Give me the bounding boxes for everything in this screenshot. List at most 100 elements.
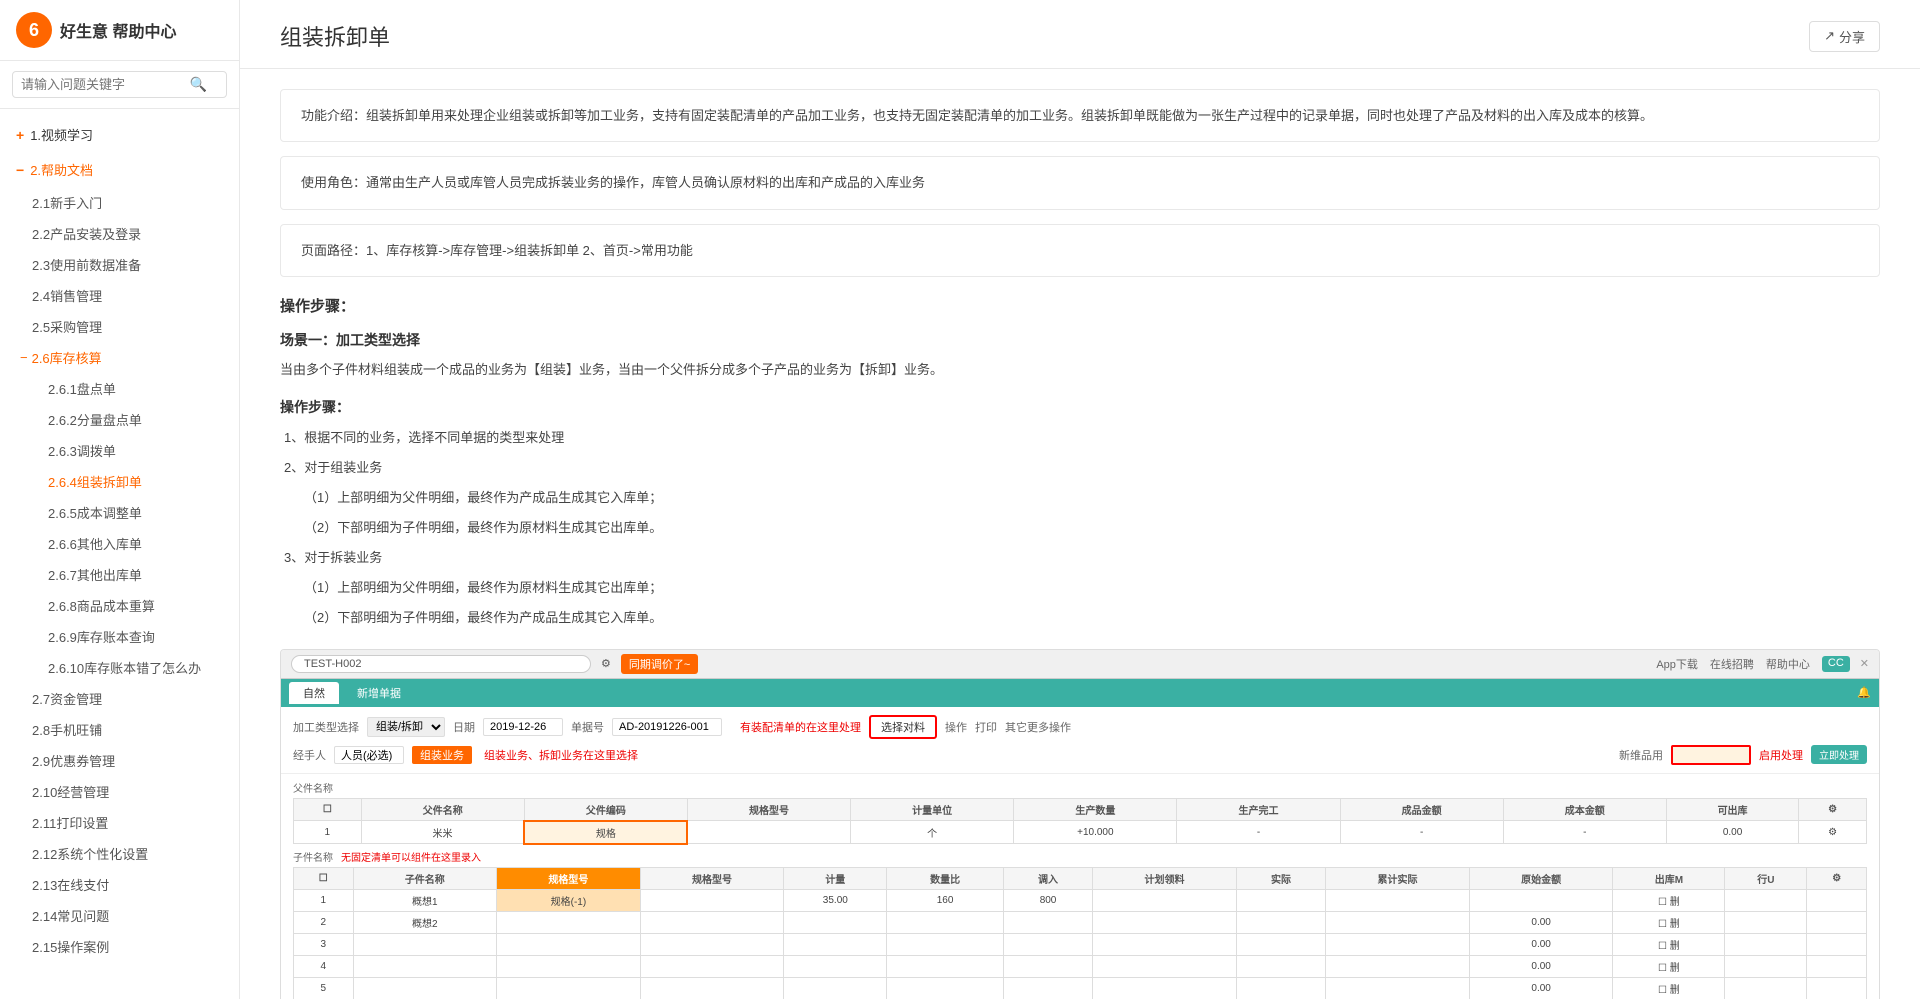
ss-tab-new: 新增单据: [343, 682, 415, 704]
page-title: 组装拆卸单: [280, 20, 390, 52]
col-amount: 成品金额: [1340, 798, 1503, 821]
ss-type-label: 加工类型选择: [293, 719, 359, 735]
share-icon: ↗: [1824, 28, 1835, 44]
step-3: 3、对于拆装业务: [284, 545, 1880, 571]
sidebar-item-label: 1.视频学习: [30, 125, 93, 144]
col-spec: 规格型号: [687, 798, 850, 821]
sidebar-item-2-6-2[interactable]: 2.6.2分量盘点单: [0, 404, 239, 435]
ss-annotation-text-3: 启用处理: [1759, 747, 1803, 763]
sidebar-item-2-15[interactable]: 2.15操作案例: [0, 931, 239, 962]
sidebar-item-label-2-6: 2.6库存核算: [32, 348, 102, 367]
doc-body: 功能介绍：组装拆卸单用来处理企业组装或拆卸等加工业务，支持有固定装配清单的产品加…: [240, 69, 1920, 999]
sidebar-item-2-3[interactable]: 2.3使用前数据准备: [0, 249, 239, 280]
sidebar-item-videos[interactable]: + 1.视频学习: [0, 117, 239, 152]
ss-annotation-text-4: 无固定清单可以组件在这里录入: [341, 849, 481, 864]
col-action: ⚙: [1799, 798, 1867, 821]
ss-appbar-items: App下载 在线招聘 帮助中心 CC: [1656, 656, 1849, 672]
sidebar-item-2-8[interactable]: 2.8手机旺铺: [0, 714, 239, 745]
col-qty: 生产数量: [1014, 798, 1177, 821]
ss-type-select[interactable]: 组装/拆卸: [367, 717, 445, 737]
ss-confirm-btn[interactable]: 立即处理: [1811, 745, 1867, 764]
col-checkbox: ☐: [294, 798, 362, 821]
sidebar-item-2-1[interactable]: 2.1新手入门: [0, 187, 239, 218]
sidebar-item-2-12[interactable]: 2.12系统个性化设置: [0, 838, 239, 869]
ss-icon-bell: 🔔: [1857, 686, 1871, 699]
sidebar-header: 6 好生意 帮助中心: [0, 0, 239, 61]
ss-person-input[interactable]: [334, 746, 404, 764]
sidebar-item-2-6-6[interactable]: 2.6.6其他入库单: [0, 528, 239, 559]
sidebar-item-2-6-3[interactable]: 2.6.3调拨单: [0, 435, 239, 466]
share-button[interactable]: ↗ 分享: [1809, 21, 1880, 52]
sidebar-item-2-13[interactable]: 2.13在线支付: [0, 869, 239, 900]
sidebar-item-2-6-7[interactable]: 2.6.7其他出库单: [0, 559, 239, 590]
ss-annotation-text-1: 有装配清单的在这里处理: [740, 719, 861, 735]
col-done: 生产完工: [1177, 798, 1340, 821]
sidebar-item-2-7[interactable]: 2.7资金管理: [0, 683, 239, 714]
lower-table-row: 40.00☐ 删: [294, 955, 1867, 977]
sidebar-item-2-6-4[interactable]: 2.6.4组装拆卸单: [0, 466, 239, 497]
ss-assembly-label: 组装业务: [412, 746, 472, 764]
lower-table-row: 50.00☐ 删: [294, 977, 1867, 999]
sidebar-item-2-6[interactable]: − 2.6库存核算: [0, 342, 239, 373]
ss-close-area: ✕: [1860, 657, 1869, 670]
ss-print: 打印: [975, 719, 997, 735]
ss-warehouse-label: 新维品用: [1619, 747, 1663, 763]
col-cost: 成本金额: [1503, 798, 1666, 821]
ss-date-input[interactable]: [483, 718, 563, 736]
ss-warehouse-input[interactable]: [1671, 745, 1751, 765]
lower-table-row: 30.00☐ 删: [294, 933, 1867, 955]
ss-lower-label: 子件名称: [293, 849, 333, 864]
ss-table-header-label: 父件名称: [293, 780, 1867, 795]
step-2: 2、对于组装业务: [284, 455, 1880, 481]
sidebar-item-2-2[interactable]: 2.2产品安装及登录: [0, 218, 239, 249]
step-3b: （2）下部明细为子件明细，最终作为产成品生成其它入库单。: [304, 605, 1880, 631]
ss-upper-table: ☐ 父件名称 父件编码 规格型号 计量单位 生产数量 生产完工 成品金额 成本金…: [293, 798, 1867, 845]
sidebar-item-2-10[interactable]: 2.10经营管理: [0, 776, 239, 807]
ss-lower-table: ☐ 子件名称 规格型号 规格型号 计量 数量比 调入 计划领料 实际 累计实: [293, 867, 1867, 999]
collapse-icon-2-6: −: [20, 350, 28, 365]
step-1: 1、根据不同的业务，选择不同单据的类型来处理: [284, 425, 1880, 451]
intro-text-2: 使用角色：通常由生产人员或库管人员完成拆装业务的操作，库管人员确认原材料的出库和…: [301, 171, 1859, 194]
ss-select-btn[interactable]: 选择对料: [869, 715, 937, 739]
sidebar-item-2-11[interactable]: 2.11打印设置: [0, 807, 239, 838]
scene1-intro: 当由多个子件材料组装成一个成品的业务为【组装】业务，当由一个父件拆分成多个子产品…: [280, 358, 1880, 383]
search-box: 🔍: [0, 61, 239, 109]
sidebar-item-2-14[interactable]: 2.14常见问题: [0, 900, 239, 931]
ss-tab-bar: 自然 新增单据 🔔: [281, 679, 1879, 707]
intro-block-1: 功能介绍：组装拆卸单用来处理企业组装或拆卸等加工业务，支持有固定装配清单的产品加…: [280, 89, 1880, 142]
sidebar-item-2-6-1[interactable]: 2.6.1盘点单: [0, 373, 239, 404]
sidebar-item-2-9[interactable]: 2.9优惠券管理: [0, 745, 239, 776]
scene1-title: 场景一：加工类型选择: [280, 330, 1880, 350]
expand-icon: +: [16, 127, 24, 143]
sidebar-item-2-4[interactable]: 2.4销售管理: [0, 280, 239, 311]
ss-spacer: 操作: [945, 719, 967, 735]
table-row: 1 米米 规格 个 +10.000 - - - 0.00: [294, 821, 1867, 844]
step-3-sub: （1）上部明细为父件明细，最终作为原材料生成其它出库单； （2）下部明细为子件明…: [284, 575, 1880, 631]
logo-icon: 6: [16, 12, 52, 48]
step-2b: （2）下部明细为子件明细，最终作为原材料生成其它出库单。: [304, 515, 1880, 541]
intro-block-3: 页面路径：1、库存核算->库存管理->组装拆卸单 2、首页->常用功能: [280, 224, 1880, 277]
collapse-icon: −: [16, 162, 24, 178]
ss-person-label: 经手人: [293, 747, 326, 763]
search-icon[interactable]: 🔍: [190, 76, 207, 93]
sidebar-item-docs[interactable]: − 2.帮助文档: [0, 152, 239, 187]
screenshot-inner: TEST-H002 ⚙ 同期调价了~ App下载 在线招聘 帮助中心 CC ✕: [281, 650, 1879, 999]
step-3a: （1）上部明细为父件明细，最终作为原材料生成其它出库单；: [304, 575, 1880, 601]
steps-subtitle: 操作步骤：: [280, 397, 1880, 417]
ss-billno-input[interactable]: [612, 718, 722, 736]
ss-date-label: 日期: [453, 719, 475, 735]
lower-table-row: 1概想1规格(-1)35.00160800☐ 删: [294, 889, 1867, 911]
sidebar-item-2-6-8[interactable]: 2.6.8商品成本重算: [0, 590, 239, 621]
nav-list: + 1.视频学习 − 2.帮助文档 2.1新手入门 2.2产品安装及登录 2.3…: [0, 109, 239, 970]
steps-list: 1、根据不同的业务，选择不同单据的类型来处理 2、对于组装业务 （1）上部明细为…: [280, 425, 1880, 631]
sidebar-item-2-6-5[interactable]: 2.6.5成本调整单: [0, 497, 239, 528]
sidebar-item-2-5[interactable]: 2.5采购管理: [0, 311, 239, 342]
col-parent-code: 父件编码: [524, 798, 687, 821]
step-2a: （1）上部明细为父件明细，最终作为产成品生成其它入库单；: [304, 485, 1880, 511]
sidebar: 6 好生意 帮助中心 🔍 + 1.视频学习 − 2.帮助文档 2.1新手入门 2…: [0, 0, 240, 999]
ss-lower-table-area: 子件名称 无固定清单可以组件在这里录入 ☐ 子件名称 规格型号 规格型号 计: [281, 845, 1879, 999]
ss-upper-table-area: 父件名称 ☐ 父件名称 父件编码 规格型号 计量单位 生产数量: [281, 774, 1879, 845]
sidebar-item-2-6-9[interactable]: 2.6.9库存账本查询: [0, 621, 239, 652]
sidebar-item-2-6-10[interactable]: 2.6.10库存账本错了怎么办: [0, 652, 239, 683]
ss-other-ops: 其它更多操作: [1005, 719, 1071, 735]
